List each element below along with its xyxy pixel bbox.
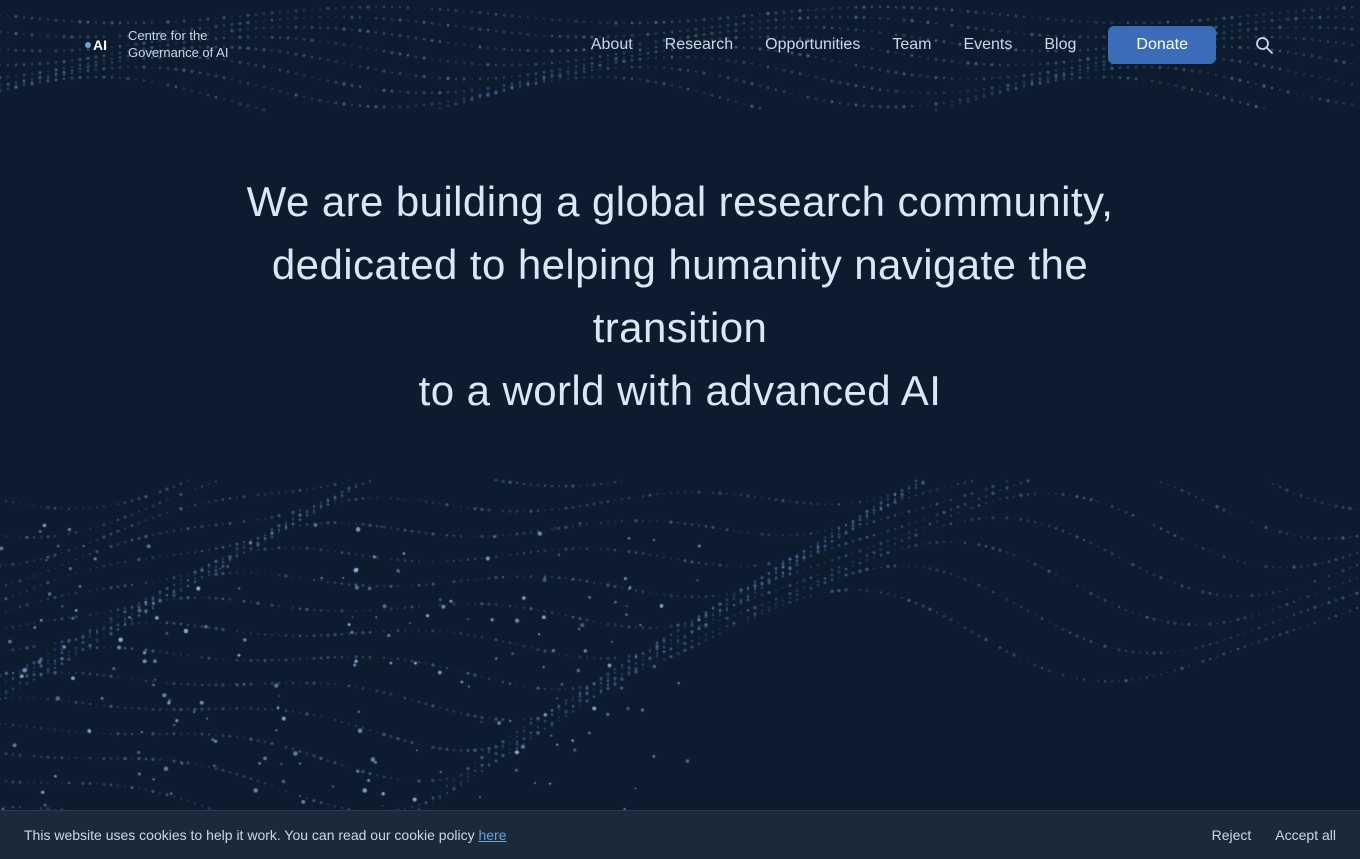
accept-button[interactable]: Accept all — [1275, 827, 1336, 843]
cookie-message: This website uses cookies to help it wor… — [24, 827, 507, 843]
cookie-policy-link[interactable]: here — [478, 827, 506, 843]
search-icon — [1254, 35, 1274, 55]
reject-button[interactable]: Reject — [1212, 827, 1252, 843]
header: AI Centre for the Governance of AI About… — [0, 0, 1360, 90]
logo-text: Centre for the Governance of AI — [128, 28, 228, 62]
nav-opportunities[interactable]: Opportunities — [765, 36, 860, 54]
svg-text:AI: AI — [93, 37, 107, 53]
nav-events[interactable]: Events — [963, 36, 1012, 54]
logo-icon: AI — [80, 27, 116, 63]
hero-headline: We are building a global research commun… — [230, 170, 1130, 422]
nav-blog[interactable]: Blog — [1044, 36, 1076, 54]
search-button[interactable] — [1248, 29, 1280, 61]
nav-about[interactable]: About — [591, 36, 633, 54]
logo[interactable]: AI Centre for the Governance of AI — [80, 27, 228, 63]
bottom-wave — [0, 479, 1360, 859]
nav-research[interactable]: Research — [665, 36, 733, 54]
cookie-banner: This website uses cookies to help it wor… — [0, 810, 1360, 859]
nav-team[interactable]: Team — [892, 36, 931, 54]
hero-section: We are building a global research commun… — [0, 90, 1360, 482]
cookie-actions: Reject Accept all — [1212, 827, 1336, 843]
main-nav: About Research Opportunities Team Events… — [591, 26, 1280, 64]
donate-button[interactable]: Donate — [1108, 26, 1216, 64]
